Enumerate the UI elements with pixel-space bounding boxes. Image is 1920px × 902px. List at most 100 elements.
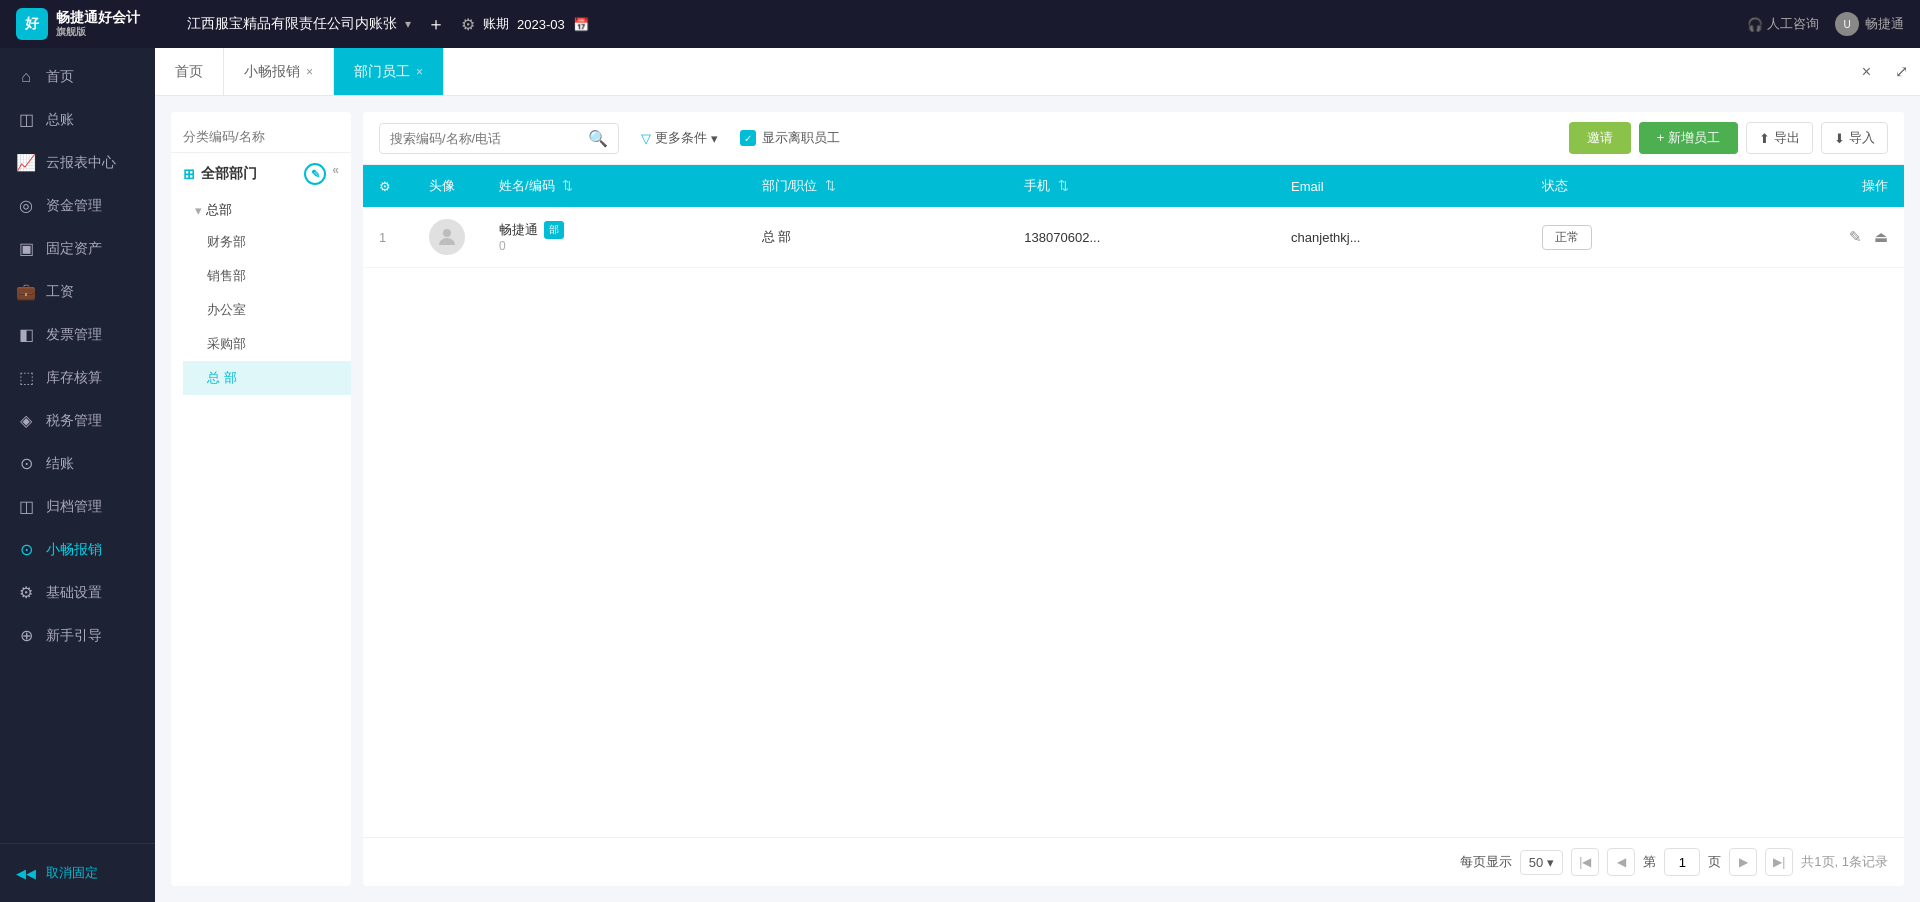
sidebar-item-reports[interactable]: 📈 云报表中心 [0,141,155,184]
col-setting[interactable]: ⚙ [363,165,413,207]
emp-table: ⚙ 头像 姓名/编码 ⇅ [363,165,1904,837]
headset-icon: 🎧 [1747,17,1763,32]
sidebar-bottom: ◀◀ 取消固定 [0,843,155,902]
filter-button[interactable]: ▽ 更多条件 ▾ [629,123,730,153]
cell-avatar [413,207,483,268]
dept-node-finance[interactable]: 财务部 [183,225,351,259]
dept-all-button[interactable]: ⊞ 全部部门 ✎ « [171,153,351,195]
sidebar-item-label: 税务管理 [46,412,102,430]
add-employee-button[interactable]: + 新增员工 [1639,122,1738,154]
avatar: U [1835,12,1859,36]
tab-xiaochang[interactable]: 小畅报销 × [224,48,334,95]
page-input[interactable] [1664,848,1700,876]
employee-table: ⚙ 头像 姓名/编码 ⇅ [363,165,1904,268]
reports-icon: 📈 [16,153,36,172]
table-row: 1 [363,207,1904,268]
show-resigned-toggle[interactable]: ✓ 显示离职员工 [740,129,840,147]
tab-home[interactable]: 首页 [155,48,224,95]
sidebar-item-label: 结账 [46,455,74,473]
first-page-button[interactable]: |◀ [1571,848,1599,876]
sort-name-icon: ⇅ [562,178,573,193]
add-button[interactable]: ＋ [427,12,445,36]
cell-actions: ✎ ⏏ [1728,207,1904,268]
ledger-icon: ◫ [16,110,36,129]
sidebar-item-label: 资金管理 [46,197,102,215]
grid-icon: ⊞ [183,166,195,182]
user-menu[interactable]: U 畅捷通 [1835,12,1904,36]
guide-icon: ⊕ [16,626,36,645]
sidebar-item-label: 库存核算 [46,369,102,387]
dept-search-input[interactable] [183,129,351,144]
tax-icon: ◈ [16,411,36,430]
status-badge: 正常 [1542,225,1592,250]
col-avatar: 头像 [413,165,483,207]
app-logo: 好 畅捷通好会计 旗舰版 [16,8,171,40]
sidebar-item-tax[interactable]: ◈ 税务管理 [0,399,155,442]
table-header: ⚙ 头像 姓名/编码 ⇅ [363,165,1904,207]
topbar-actions: ＋ ⚙ [427,12,475,36]
close-tab-button[interactable]: × [1850,63,1883,81]
resigned-checkbox[interactable]: ✓ [740,130,756,146]
calendar-icon[interactable]: 📅 [573,17,589,32]
company-name[interactable]: 江西服宝精品有限责任公司内账张 ▾ [187,15,411,33]
sidebar-item-ledger[interactable]: ◫ 总账 [0,98,155,141]
next-page-button[interactable]: ▶ [1729,848,1757,876]
sidebar-item-guide[interactable]: ⊕ 新手引导 [0,614,155,657]
sidebar: ⌂ 首页 ◫ 总账 📈 云报表中心 ◎ 资金管理 ▣ 固定资产 💼 工资 ◧ 发… [0,48,155,902]
support-button[interactable]: 🎧 人工咨询 [1747,15,1819,33]
sidebar-item-invoice[interactable]: ◧ 发票管理 [0,313,155,356]
dept-node-general[interactable]: 总 部 [183,361,351,395]
avatar [429,219,465,255]
invoice-icon: ◧ [16,325,36,344]
sidebar-item-label: 归档管理 [46,498,102,516]
expand-tab-button[interactable]: ⤢ [1883,62,1920,81]
emp-toolbar: 🔍 ▽ 更多条件 ▾ ✓ 显示离职员工 邀请 [363,112,1904,165]
search-icon: 🔍 [588,129,608,148]
tab-close-dept-emp[interactable]: × [416,65,423,79]
capital-icon: ◎ [16,196,36,215]
export-icon: ⬆ [1759,131,1770,146]
archive-icon: ◫ [16,497,36,516]
col-phone[interactable]: 手机 ⇅ [1008,165,1275,207]
sidebar-item-label: 固定资产 [46,240,102,258]
col-name[interactable]: 姓名/编码 ⇅ [483,165,746,207]
dept-collapse-button[interactable]: « [332,163,339,185]
tab-dept-emp[interactable]: 部门员工 × [334,48,444,95]
sidebar-item-settings[interactable]: ⚙ 基础设置 [0,571,155,614]
emp-footer: 每页显示 50 ▾ |◀ ◀ 第 页 ▶ ▶| 共1页, 1条记录 [363,837,1904,886]
page-size-dropdown-icon: ▾ [1547,855,1554,870]
sidebar-item-closing[interactable]: ⊙ 结账 [0,442,155,485]
emp-search-input[interactable] [390,131,582,146]
topbar: 好 畅捷通好会计 旗舰版 江西服宝精品有限责任公司内账张 ▾ ＋ ⚙ 账期 20… [0,0,1920,48]
salary-icon: 💼 [16,282,36,301]
export-button[interactable]: ⬆ 导出 [1746,122,1813,154]
dept-node-purchase[interactable]: 采购部 [183,327,351,361]
edit-employee-button[interactable]: ✎ [1849,228,1862,246]
sidebar-item-salary[interactable]: 💼 工资 [0,270,155,313]
delete-employee-button[interactable]: ⏏ [1874,228,1888,246]
emp-layout: 🔍 ⊞ 全部部门 ✎ « ▾ 总部 [171,112,1904,886]
sidebar-item-inventory[interactable]: ⬚ 库存核算 [0,356,155,399]
company-dropdown-arrow[interactable]: ▾ [405,17,411,31]
sidebar-item-home[interactable]: ⌂ 首页 [0,56,155,98]
sidebar-item-assets[interactable]: ▣ 固定资产 [0,227,155,270]
invite-button[interactable]: 邀请 [1569,122,1631,154]
tab-close-xiaochang[interactable]: × [306,65,313,79]
settings-icon[interactable]: ⚙ [461,15,475,34]
col-email: Email [1275,165,1526,207]
page-size-select[interactable]: 50 ▾ [1520,850,1563,875]
last-page-button[interactable]: ▶| [1765,848,1793,876]
sidebar-item-archive[interactable]: ◫ 归档管理 [0,485,155,528]
sidebar-item-capital[interactable]: ◎ 资金管理 [0,184,155,227]
dept-root-node[interactable]: ▾ 总部 [183,195,351,225]
col-dept[interactable]: 部门/职位 ⇅ [746,165,1009,207]
dept-node-office[interactable]: 办公室 [183,293,351,327]
prev-page-button[interactable]: ◀ [1607,848,1635,876]
cell-email: chanjethkj... [1275,207,1526,268]
cancel-fixed-button[interactable]: ◀◀ 取消固定 [0,854,155,892]
sidebar-item-xiaochang[interactable]: ⊙ 小畅报销 [0,528,155,571]
dept-edit-button[interactable]: ✎ [304,163,326,185]
import-button[interactable]: ⬇ 导入 [1821,122,1888,154]
accounting-period: 账期 2023-03 📅 [483,15,589,33]
dept-node-sales[interactable]: 销售部 [183,259,351,293]
